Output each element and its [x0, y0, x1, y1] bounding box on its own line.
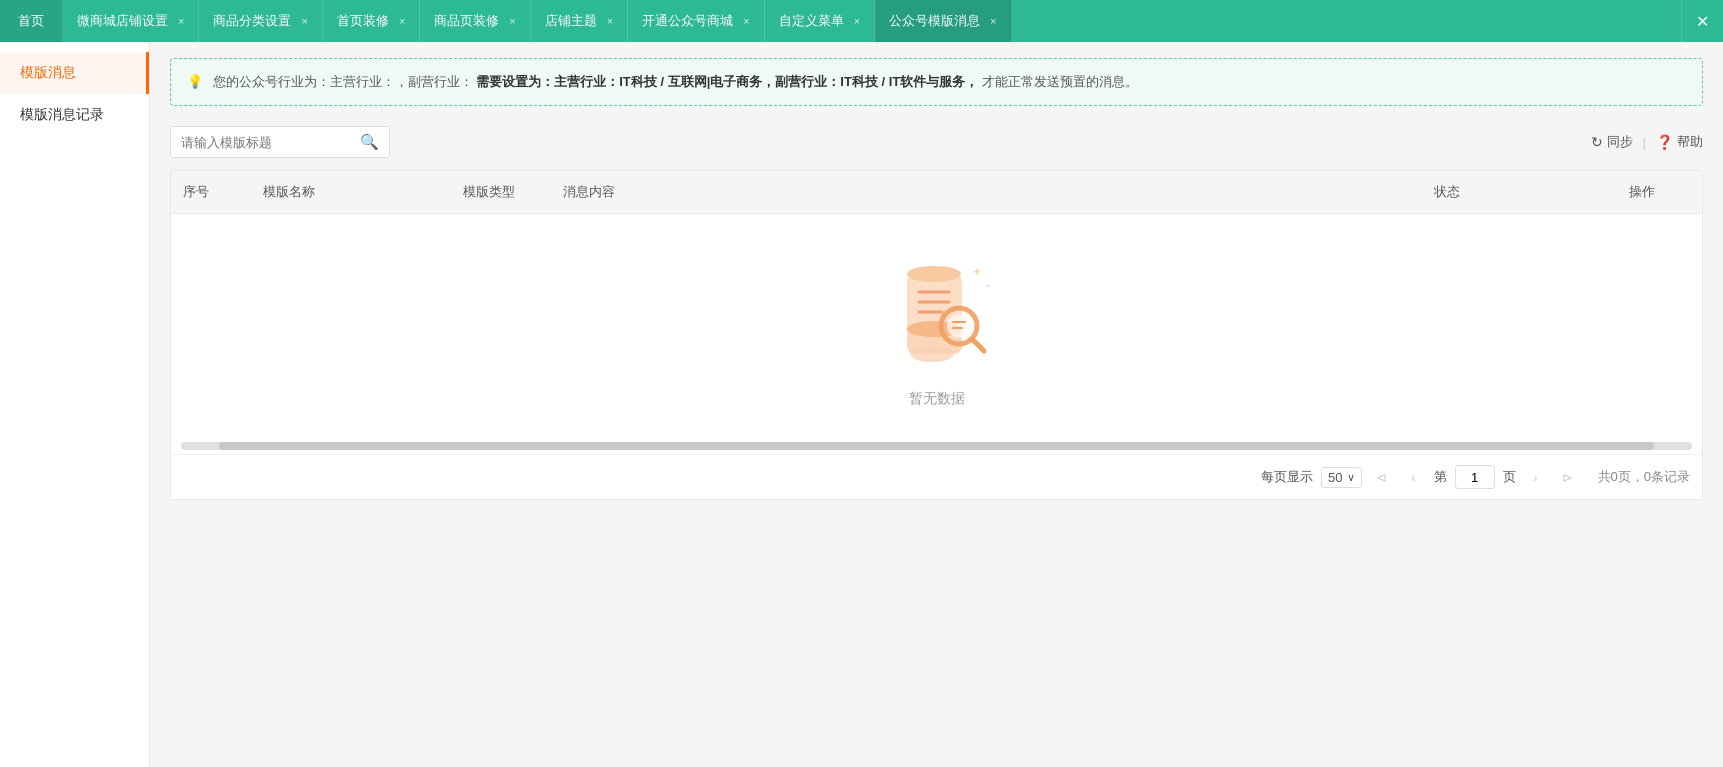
first-page-button[interactable]: ⊲ — [1370, 465, 1394, 489]
page-summary: 共0页，0条记录 — [1598, 468, 1690, 486]
close-icon[interactable]: × — [509, 15, 515, 27]
last-page-button[interactable]: ⊳ — [1556, 465, 1580, 489]
sync-button[interactable]: ↻ 同步 — [1591, 133, 1633, 151]
next-page-button[interactable]: › — [1524, 465, 1548, 489]
nav-tab-theme[interactable]: 店铺主题 × — [531, 0, 628, 42]
empty-text: 暂无数据 — [909, 390, 965, 408]
page-label-after: 页 — [1503, 468, 1516, 486]
svg-point-6 — [907, 266, 961, 282]
chevron-down-icon: ∨ — [1347, 471, 1355, 484]
nav-tab-menu[interactable]: 自定义菜单 × — [765, 0, 875, 42]
search-input-wrap[interactable]: 🔍 — [170, 126, 390, 158]
nav-tab-category[interactable]: 商品分类设置 × — [199, 0, 322, 42]
divider: | — [1643, 135, 1646, 150]
pagination: 每页显示 50 ∨ ⊲ ‹ 第 页 › ⊳ 共0页，0条记录 — [171, 454, 1702, 499]
nav-tab-home[interactable]: 首页 — [0, 0, 63, 42]
horizontal-scrollbar[interactable] — [181, 442, 1692, 450]
notice-box: 💡 您的公众号行业为：主营行业：，副营行业： 需要设置为：主营行业：IT科技 /… — [170, 58, 1703, 106]
nav-tab-mall[interactable]: 开通公众号商城 × — [628, 0, 764, 42]
content-area: 💡 您的公众号行业为：主营行业：，副营行业： 需要设置为：主营行业：IT科技 /… — [150, 42, 1723, 767]
search-actions: ↻ 同步 | ❓ 帮助 — [1591, 133, 1703, 151]
search-icon[interactable]: 🔍 — [360, 133, 379, 151]
close-icon[interactable]: × — [178, 15, 184, 27]
th-op: 操作 — [1582, 171, 1702, 213]
prev-page-button[interactable]: ‹ — [1402, 465, 1426, 489]
main-layout: 模版消息 模版消息记录 💡 您的公众号行业为：主营行业：，副营行业： 需要设置为… — [0, 42, 1723, 767]
close-icon[interactable]: × — [854, 15, 860, 27]
th-seq: 序号 — [171, 171, 251, 213]
page-size-label: 每页显示 — [1261, 468, 1313, 486]
close-icon[interactable]: × — [990, 15, 996, 27]
sidebar-item-template-msg[interactable]: 模版消息 — [0, 52, 149, 94]
help-button[interactable]: ❓ 帮助 — [1656, 133, 1703, 151]
empty-svg-icon: ✦ ✦ — [877, 254, 997, 374]
empty-state: ✦ ✦ 暂无数据 — [171, 214, 1702, 438]
th-name: 模版名称 — [251, 171, 451, 213]
close-icon[interactable]: × — [301, 15, 307, 27]
nav-tab-home-decor[interactable]: 首页装修 × — [323, 0, 420, 42]
current-page-input[interactable] — [1455, 465, 1495, 489]
th-content: 消息内容 — [551, 171, 1422, 213]
table-header: 序号 模版名称 模版类型 消息内容 状态 操作 — [171, 171, 1702, 214]
nav-tab-store[interactable]: 微商城店铺设置 × — [63, 0, 199, 42]
nav-tab-template-msg[interactable]: 公众号模版消息 × — [875, 0, 1011, 42]
page-size-select[interactable]: 50 ∨ — [1321, 467, 1361, 488]
th-type: 模版类型 — [451, 171, 551, 213]
scrollbar-thumb[interactable] — [219, 442, 1654, 450]
nav-tab-product-decor[interactable]: 商品页装修 × — [420, 0, 530, 42]
sidebar: 模版消息 模版消息记录 — [0, 42, 150, 767]
sidebar-item-template-msg-record[interactable]: 模版消息记录 — [0, 94, 149, 136]
search-input[interactable] — [181, 135, 356, 150]
svg-point-9 — [947, 314, 971, 338]
th-status: 状态 — [1422, 171, 1582, 213]
data-table: 序号 模版名称 模版类型 消息内容 状态 操作 — [170, 170, 1703, 500]
close-all-button[interactable]: ✕ — [1681, 0, 1723, 42]
svg-text:✦: ✦ — [972, 265, 982, 279]
help-icon: ❓ — [1656, 134, 1673, 150]
close-icon[interactable]: × — [607, 15, 613, 27]
page-label-before: 第 — [1434, 468, 1447, 486]
notice-icon: 💡 — [187, 74, 203, 89]
sync-icon: ↻ — [1591, 134, 1603, 150]
search-bar: 🔍 ↻ 同步 | ❓ 帮助 — [170, 126, 1703, 158]
top-nav: 首页 微商城店铺设置 × 商品分类设置 × 首页装修 × 商品页装修 × 店铺主… — [0, 0, 1723, 42]
svg-text:✦: ✦ — [985, 282, 992, 291]
svg-line-10 — [972, 339, 984, 351]
empty-illustration: ✦ ✦ — [877, 254, 997, 374]
close-icon[interactable]: × — [743, 15, 749, 27]
close-icon[interactable]: × — [399, 15, 405, 27]
